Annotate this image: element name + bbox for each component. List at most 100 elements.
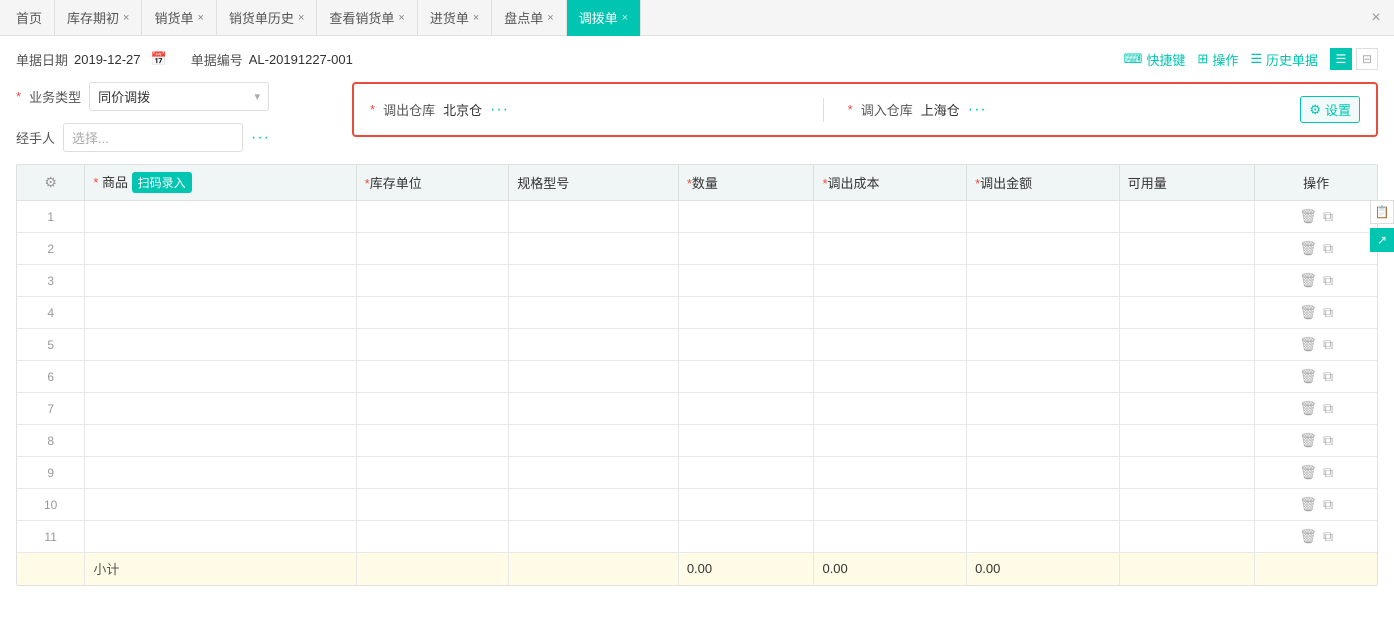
- product-cell[interactable]: [85, 297, 356, 329]
- close-icon[interactable]: ×: [622, 12, 628, 24]
- settings-button[interactable]: ⚙ 设置: [1300, 96, 1360, 123]
- table-settings-icon[interactable]: ⚙: [44, 174, 57, 190]
- copy-icon[interactable]: ⧉: [1323, 240, 1333, 257]
- unit-cell: [356, 393, 509, 425]
- shortcuts-button[interactable]: ⌨ 快捷键: [1124, 50, 1186, 69]
- tab-view-sales[interactable]: 查看销货单 ×: [317, 0, 417, 36]
- product-cell[interactable]: [85, 489, 356, 521]
- col-header-spec: 规格型号: [509, 165, 679, 201]
- delete-icon[interactable]: 🗑: [1299, 528, 1317, 545]
- spec-cell: [509, 361, 679, 393]
- calendar-icon[interactable]: 📅: [151, 51, 167, 67]
- history-button[interactable]: ☰ 历史单据: [1250, 50, 1318, 69]
- close-icon[interactable]: ×: [123, 12, 129, 24]
- copy-icon[interactable]: ⧉: [1323, 272, 1333, 289]
- delete-icon[interactable]: 🗑: [1299, 304, 1317, 321]
- copy-icon[interactable]: ⧉: [1323, 304, 1333, 321]
- copy-icon[interactable]: ⧉: [1323, 368, 1333, 385]
- row-num: 2: [17, 233, 85, 265]
- amount-cell: [967, 521, 1120, 553]
- unit-cell: [356, 265, 509, 297]
- amount-cell: [967, 233, 1120, 265]
- product-cell[interactable]: [85, 521, 356, 553]
- copy-icon[interactable]: ⧉: [1323, 528, 1333, 545]
- delete-icon[interactable]: 🗑: [1299, 240, 1317, 257]
- agent-placeholder: 选择...: [72, 128, 109, 147]
- product-cell[interactable]: [85, 393, 356, 425]
- close-icon[interactable]: ×: [398, 12, 404, 24]
- copy-icon[interactable]: ⧉: [1323, 496, 1333, 513]
- agent-label: 经手人: [16, 128, 55, 147]
- close-icon[interactable]: ×: [197, 12, 203, 24]
- subtotal-qty: 0.00: [678, 553, 814, 585]
- agent-more-icon[interactable]: ···: [251, 129, 270, 147]
- delete-icon[interactable]: 🗑: [1299, 464, 1317, 481]
- tab-sales-history[interactable]: 销货单历史 ×: [217, 0, 317, 36]
- grid-view-button[interactable]: ⊟: [1356, 48, 1378, 70]
- biz-type-value: 同价调拨: [98, 87, 150, 106]
- expand-tool-button[interactable]: ↗: [1370, 228, 1394, 252]
- copy-icon[interactable]: ⧉: [1323, 464, 1333, 481]
- unit-cell: [356, 297, 509, 329]
- copy-icon[interactable]: ⧉: [1323, 400, 1333, 417]
- product-cell[interactable]: [85, 425, 356, 457]
- warehouse-out-field: * 调出仓库 北京仓 ···: [370, 100, 799, 119]
- row-num: 7: [17, 393, 85, 425]
- biz-type-input[interactable]: 同价调拨 ▾: [89, 82, 269, 111]
- unit-cell: [356, 201, 509, 233]
- close-icon[interactable]: ×: [473, 12, 479, 24]
- tab-home[interactable]: 首页: [4, 0, 55, 36]
- warehouse-in-more-icon[interactable]: ···: [968, 101, 987, 119]
- ops-cell: 🗑⧉: [1255, 489, 1377, 521]
- delete-icon[interactable]: 🗑: [1299, 496, 1317, 513]
- grid-view-icon: ⊟: [1362, 52, 1372, 66]
- close-icon[interactable]: ×: [298, 12, 304, 24]
- product-cell[interactable]: [85, 201, 356, 233]
- delete-icon[interactable]: 🗑: [1299, 208, 1317, 225]
- avail-cell: [1119, 521, 1255, 553]
- spec-cell: [509, 201, 679, 233]
- copy-icon[interactable]: ⧉: [1323, 208, 1333, 225]
- ops-cell: 🗑⧉: [1255, 233, 1377, 265]
- delete-icon[interactable]: 🗑: [1299, 368, 1317, 385]
- operations-button[interactable]: ⊞ 操作: [1197, 50, 1238, 69]
- scan-barcode-button[interactable]: 扫码录入: [132, 172, 192, 193]
- expand-icon: ↗: [1377, 233, 1387, 247]
- unit-cell: [356, 425, 509, 457]
- avail-cell: [1119, 329, 1255, 361]
- delete-icon[interactable]: 🗑: [1299, 336, 1317, 353]
- product-cell[interactable]: [85, 361, 356, 393]
- date-value: 2019-12-27: [74, 52, 141, 67]
- warehouse-in-value: 上海仓: [921, 100, 960, 119]
- tab-transfer[interactable]: 调拨单 ×: [567, 0, 641, 36]
- tab-purchase[interactable]: 进货单 ×: [418, 0, 492, 36]
- agent-input[interactable]: 选择...: [63, 123, 243, 152]
- avail-cell: [1119, 201, 1255, 233]
- close-icon[interactable]: ×: [547, 12, 553, 24]
- copy-icon[interactable]: ⧉: [1323, 432, 1333, 449]
- warehouse-out-label: 调出仓库: [383, 100, 435, 119]
- date-field: 单据日期 2019-12-27 📅: [16, 50, 167, 69]
- product-cell[interactable]: [85, 233, 356, 265]
- biz-type-label: 业务类型: [29, 87, 81, 106]
- product-cell[interactable]: [85, 457, 356, 489]
- copy-icon[interactable]: ⧉: [1323, 336, 1333, 353]
- product-cell[interactable]: [85, 329, 356, 361]
- amount-cell: [967, 393, 1120, 425]
- window-close-button[interactable]: ×: [1362, 4, 1390, 32]
- product-cell[interactable]: [85, 265, 356, 297]
- note-tool-button[interactable]: 📋: [1370, 200, 1394, 224]
- ops-cell: 🗑⧉: [1255, 457, 1377, 489]
- tab-inventory[interactable]: 盘点单 ×: [492, 0, 566, 36]
- warehouse-out-more-icon[interactable]: ···: [490, 101, 509, 119]
- form-section: * 业务类型 同价调拨 ▾ 经手人 选择... ··· * 调出仓库 北京仓: [16, 82, 1378, 152]
- table-row: 9 🗑⧉: [17, 457, 1377, 489]
- tab-inventory-init[interactable]: 库存期初 ×: [55, 0, 142, 36]
- delete-icon[interactable]: 🗑: [1299, 400, 1317, 417]
- tab-sales-order[interactable]: 销货单 ×: [142, 0, 216, 36]
- delete-icon[interactable]: 🗑: [1299, 432, 1317, 449]
- amount-cell: [967, 201, 1120, 233]
- delete-icon[interactable]: 🗑: [1299, 272, 1317, 289]
- row-num: 8: [17, 425, 85, 457]
- list-view-button[interactable]: ☰: [1330, 48, 1352, 70]
